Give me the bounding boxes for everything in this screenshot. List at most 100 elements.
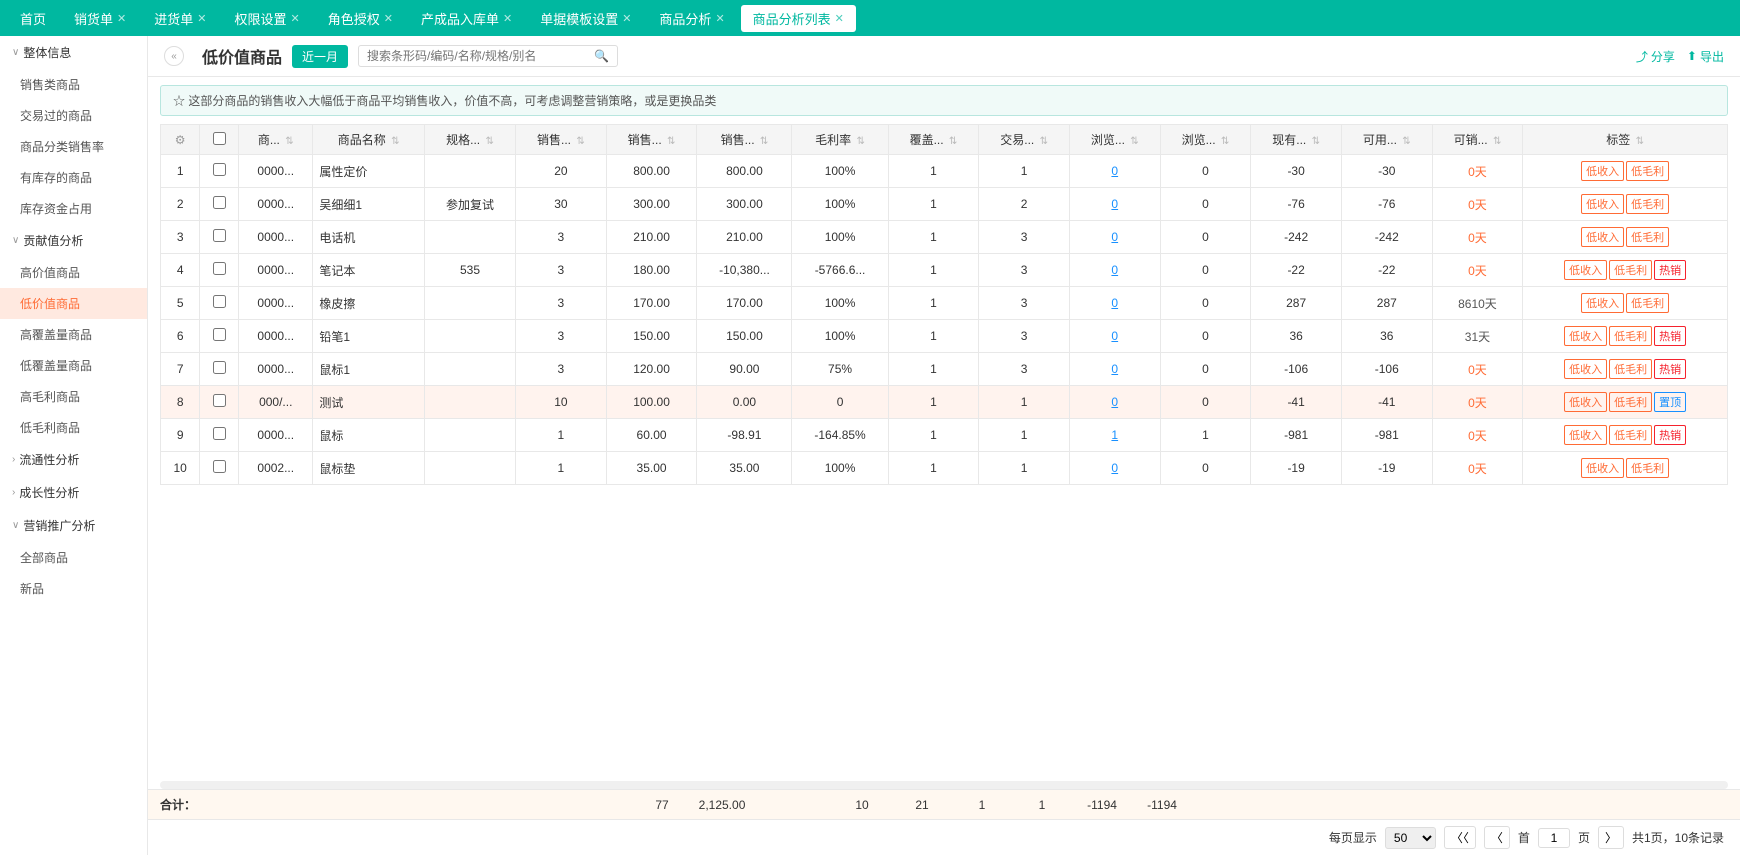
row-checkbox[interactable] — [200, 353, 239, 386]
row-browse1[interactable]: 0 — [1069, 155, 1160, 188]
row-checkbox[interactable] — [200, 386, 239, 419]
sidebar-item-low-value[interactable]: 低价值商品 — [0, 288, 147, 319]
sidebar-item-high-value[interactable]: 高价值商品 — [0, 257, 147, 288]
sidebar-section-circulation[interactable]: › 流通性分析 — [0, 443, 147, 476]
row-checkbox[interactable] — [200, 320, 239, 353]
nav-permission-settings[interactable]: 权限设置 ✕ — [222, 5, 311, 32]
nav-home[interactable]: 首页 — [8, 5, 58, 32]
column-available[interactable]: 可用... ⇅ — [1341, 125, 1432, 155]
nav-purchase-order[interactable]: 进货单 ✕ — [142, 5, 218, 32]
sidebar-item-category-sales-rate[interactable]: 商品分类销售率 — [0, 131, 147, 162]
column-avg-sales[interactable]: 销售... ⇅ — [697, 125, 792, 155]
sidebar-item-in-stock-goods[interactable]: 有库存的商品 — [0, 162, 147, 193]
row-trade: 1 — [979, 452, 1070, 485]
nav-product-analysis-list[interactable]: 商品分析列表 ✕ — [741, 5, 856, 32]
row-checkbox[interactable] — [200, 254, 239, 287]
share-button[interactable]: ⤴ 分享 — [1636, 48, 1675, 65]
row-checkbox[interactable] — [200, 221, 239, 254]
close-icon[interactable]: ✕ — [503, 12, 512, 25]
row-select-checkbox[interactable] — [213, 328, 226, 341]
sidebar: ∨ 整体信息 销售类商品 交易过的商品 商品分类销售率 有库存的商品 库存资金占… — [0, 36, 148, 855]
row-saleable: 0天 — [1432, 254, 1523, 287]
column-saleable[interactable]: 可销... ⇅ — [1432, 125, 1523, 155]
sidebar-item-traded-goods[interactable]: 交易过的商品 — [0, 100, 147, 131]
row-browse1[interactable]: 0 — [1069, 188, 1160, 221]
close-icon[interactable]: ✕ — [384, 12, 393, 25]
search-icon[interactable]: 🔍 — [594, 49, 609, 63]
row-select-checkbox[interactable] — [213, 196, 226, 209]
column-coverage[interactable]: 覆盖... ⇅ — [888, 125, 979, 155]
close-icon[interactable]: ✕ — [715, 12, 724, 25]
row-spec: 535 — [424, 254, 515, 287]
column-margin[interactable]: 毛利率 ⇅ — [792, 125, 888, 155]
close-icon[interactable]: ✕ — [622, 12, 631, 25]
column-current[interactable]: 现有... ⇅ — [1251, 125, 1342, 155]
row-checkbox[interactable] — [200, 419, 239, 452]
horizontal-scrollbar[interactable] — [160, 781, 1728, 789]
page-size-select[interactable]: 50 100 200 — [1385, 827, 1436, 849]
row-browse1[interactable]: 0 — [1069, 287, 1160, 320]
column-name[interactable]: 商品名称 ⇅ — [313, 125, 425, 155]
collapse-sidebar-button[interactable]: « — [164, 46, 184, 66]
row-select-checkbox[interactable] — [213, 427, 226, 440]
column-browse2[interactable]: 浏览... ⇅ — [1160, 125, 1251, 155]
sidebar-section-growth[interactable]: › 成长性分析 — [0, 476, 147, 509]
sidebar-item-inventory-capital[interactable]: 库存资金占用 — [0, 193, 147, 224]
row-checkbox[interactable] — [200, 188, 239, 221]
row-browse1[interactable]: 1 — [1069, 419, 1160, 452]
select-all-checkbox[interactable] — [213, 132, 226, 145]
row-browse1[interactable]: 0 — [1069, 254, 1160, 287]
search-input[interactable] — [367, 49, 590, 63]
row-select-checkbox[interactable] — [213, 262, 226, 275]
row-browse1[interactable]: 0 — [1069, 452, 1160, 485]
column-spec[interactable]: 规格... ⇅ — [424, 125, 515, 155]
sidebar-section-contribution[interactable]: ∨ 贡献值分析 — [0, 224, 147, 257]
nav-template-settings[interactable]: 单据模板设置 ✕ — [528, 5, 643, 32]
row-browse1[interactable]: 0 — [1069, 320, 1160, 353]
row-checkbox[interactable] — [200, 452, 239, 485]
column-tags[interactable]: 标签 ⇅ — [1523, 125, 1728, 155]
sidebar-item-new-goods[interactable]: 新品 — [0, 573, 147, 604]
sidebar-section-overall[interactable]: ∨ 整体信息 — [0, 36, 147, 69]
nav-sales-order[interactable]: 销货单 ✕ — [62, 5, 138, 32]
nav-product-inbound[interactable]: 产成品入库单 ✕ — [409, 5, 524, 32]
column-gear[interactable]: ⚙ — [161, 125, 200, 155]
close-icon[interactable]: ✕ — [835, 12, 844, 25]
close-icon[interactable]: ✕ — [117, 12, 126, 25]
row-browse1[interactable]: 0 — [1069, 221, 1160, 254]
column-browse1[interactable]: 浏览... ⇅ — [1069, 125, 1160, 155]
sidebar-item-high-coverage[interactable]: 高覆盖量商品 — [0, 319, 147, 350]
row-avg-sales: -98.91 — [697, 419, 792, 452]
first-page-button[interactable]: 〈〈 — [1444, 826, 1476, 849]
row-select-checkbox[interactable] — [213, 229, 226, 242]
prev-page-button[interactable]: 〈 — [1484, 826, 1510, 849]
column-qty[interactable]: 销售... ⇅ — [516, 125, 607, 155]
row-select-checkbox[interactable] — [213, 394, 226, 407]
row-checkbox[interactable] — [200, 287, 239, 320]
gear-icon[interactable]: ⚙ — [175, 133, 186, 147]
row-browse1[interactable]: 0 — [1069, 353, 1160, 386]
column-sales[interactable]: 销售... ⇅ — [606, 125, 697, 155]
sidebar-item-all-goods[interactable]: 全部商品 — [0, 542, 147, 573]
nav-role-auth[interactable]: 角色授权 ✕ — [316, 5, 405, 32]
close-icon[interactable]: ✕ — [197, 12, 206, 25]
nav-product-analysis[interactable]: 商品分析 ✕ — [647, 5, 736, 32]
export-button[interactable]: ⬆ 导出 — [1687, 48, 1724, 65]
filter-recent-month-button[interactable]: 近一月 — [292, 45, 348, 68]
sidebar-item-low-coverage[interactable]: 低覆盖量商品 — [0, 350, 147, 381]
sidebar-item-high-margin[interactable]: 高毛利商品 — [0, 381, 147, 412]
row-select-checkbox[interactable] — [213, 361, 226, 374]
sidebar-item-sales-goods[interactable]: 销售类商品 — [0, 69, 147, 100]
row-select-checkbox[interactable] — [213, 295, 226, 308]
row-select-checkbox[interactable] — [213, 460, 226, 473]
sidebar-section-marketing[interactable]: ∨ 营销推广分析 — [0, 509, 147, 542]
next-page-button[interactable]: 〉 — [1598, 826, 1624, 849]
row-checkbox[interactable] — [200, 155, 239, 188]
column-code[interactable]: 商... ⇅ — [239, 125, 313, 155]
column-trade[interactable]: 交易... ⇅ — [979, 125, 1070, 155]
row-browse1[interactable]: 0 — [1069, 386, 1160, 419]
close-icon[interactable]: ✕ — [291, 12, 300, 25]
sidebar-item-low-margin[interactable]: 低毛利商品 — [0, 412, 147, 443]
row-select-checkbox[interactable] — [213, 163, 226, 176]
page-number-input[interactable] — [1538, 828, 1570, 848]
